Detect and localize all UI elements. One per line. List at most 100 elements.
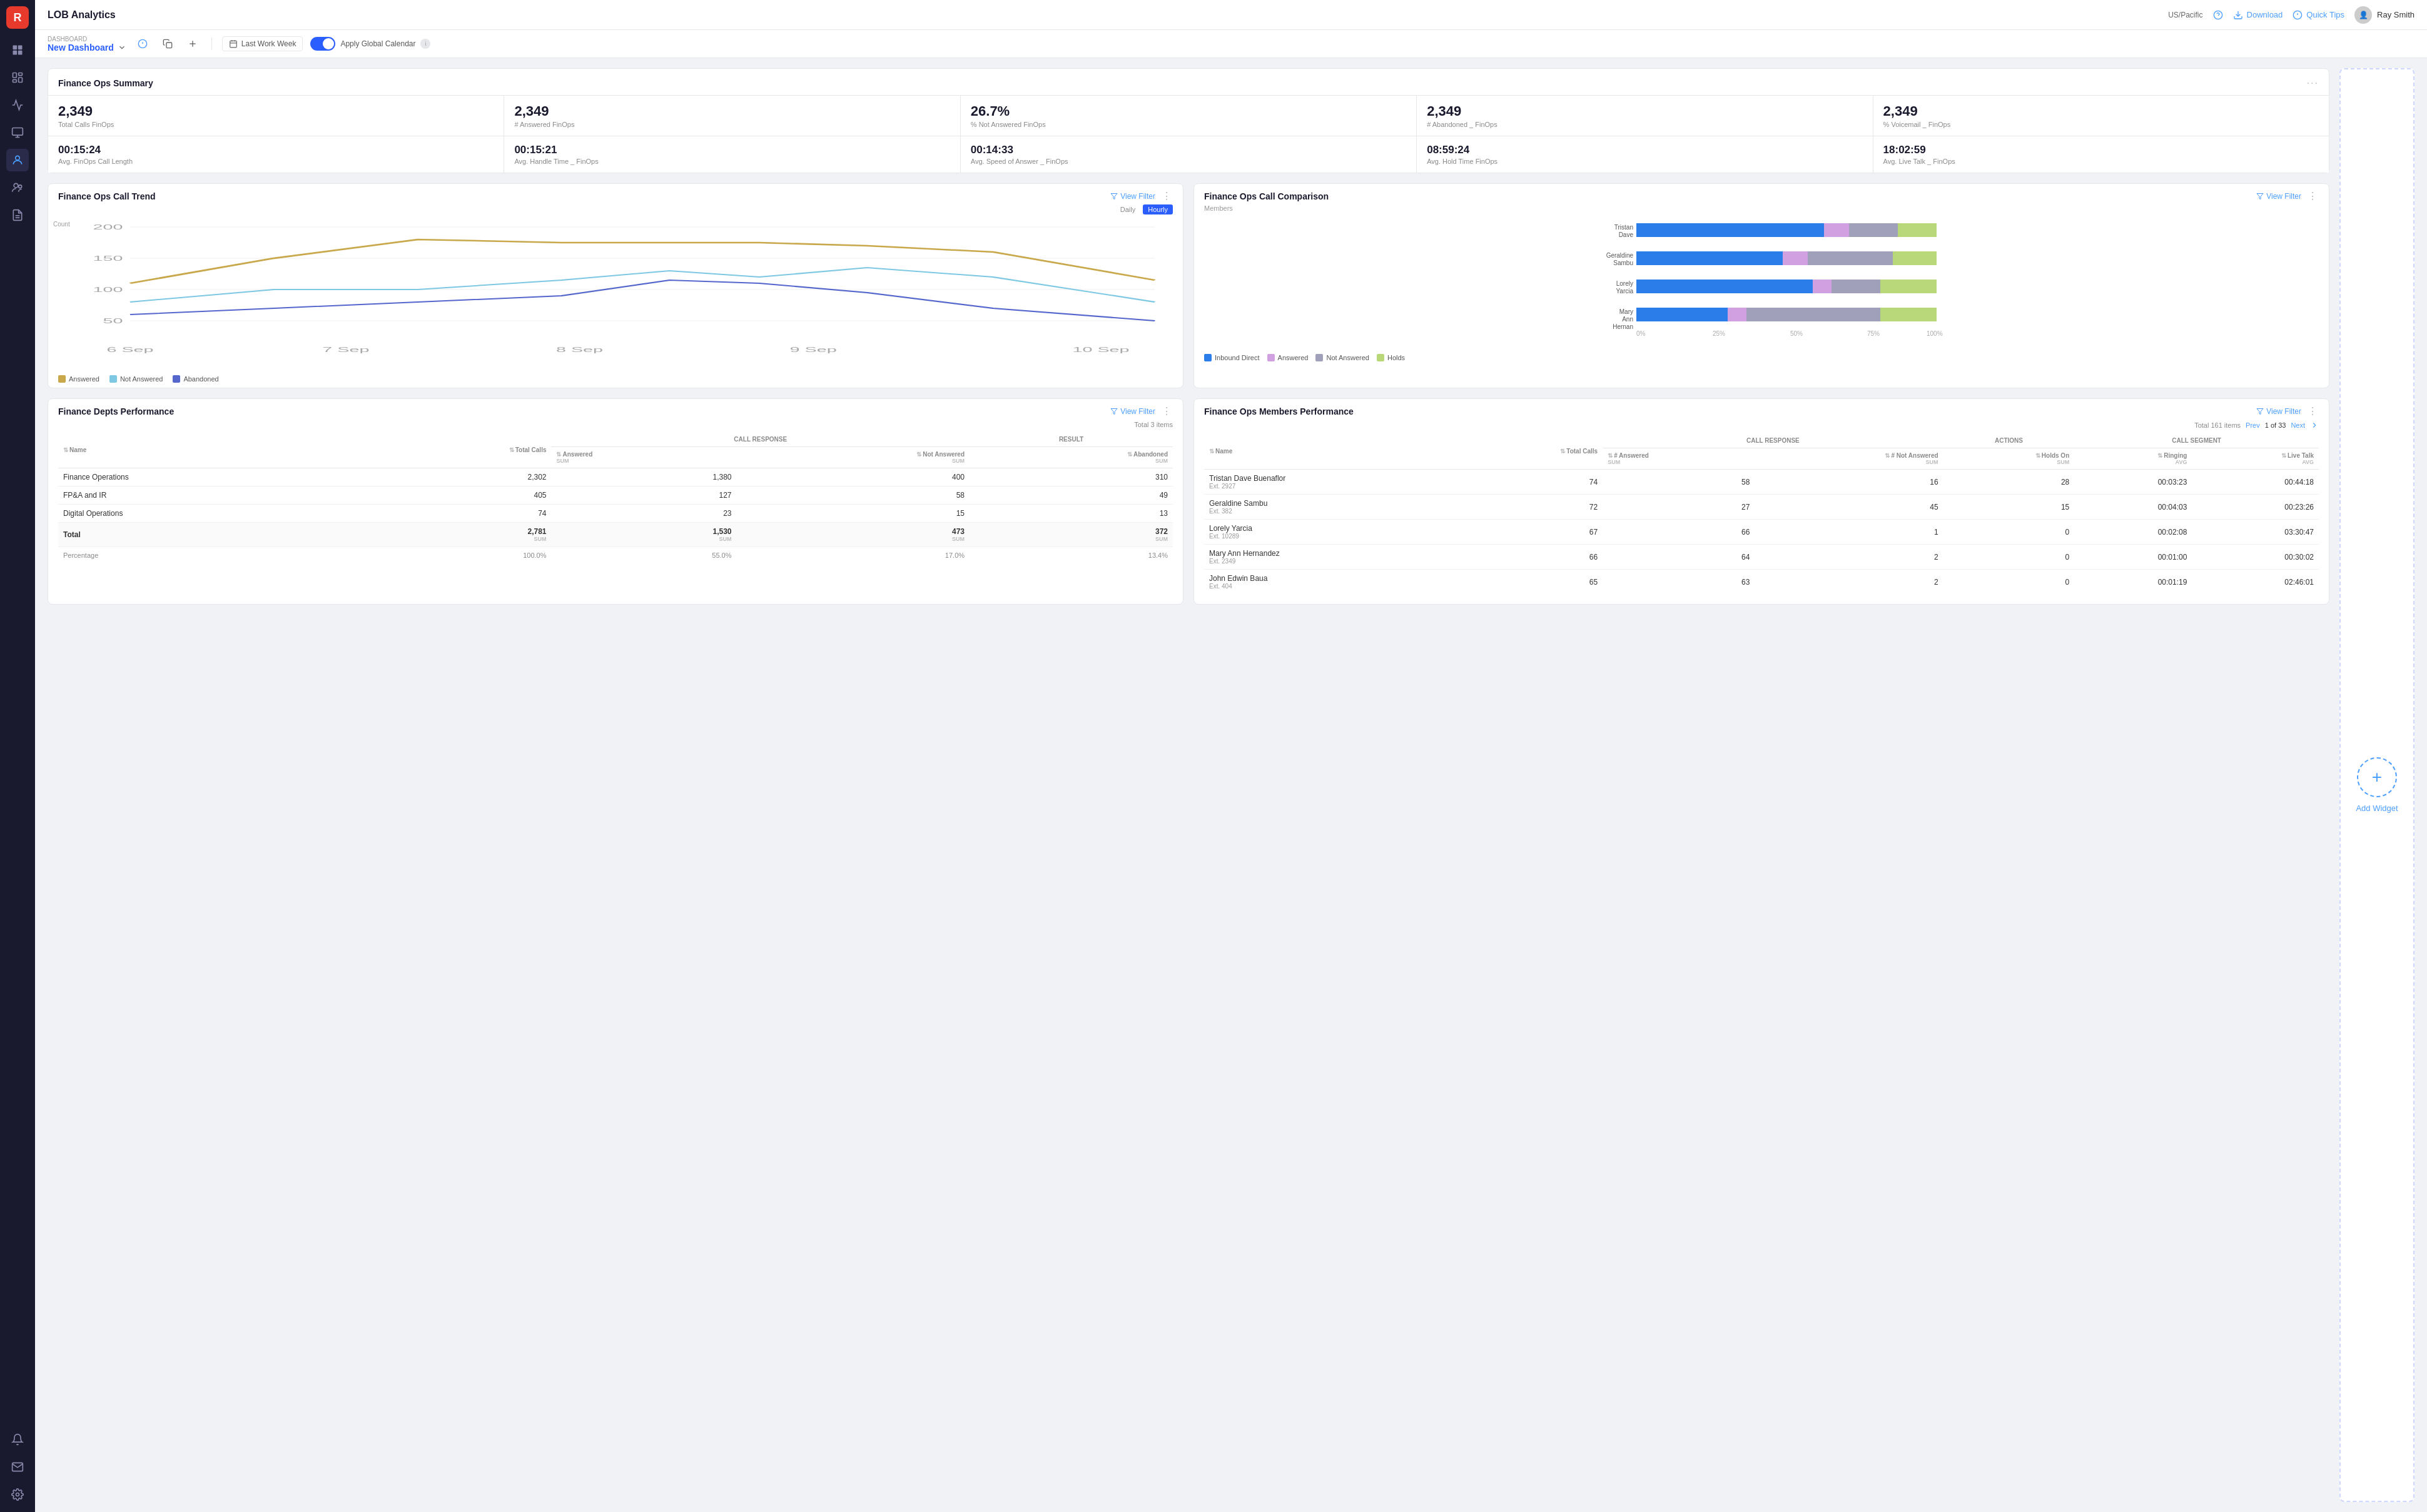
metric-speed-answer: 00:14:33 Avg. Speed of Answer _ FinOps	[961, 136, 1416, 173]
bar-chart-svg: Tristan Dave Geraldine Sambu	[1204, 212, 2319, 337]
y-axis-label: Count	[53, 221, 70, 228]
members-table-info: Total 161 items Prev 1 of 33 Next	[1194, 417, 2329, 433]
sidebar-item-mail[interactable]	[6, 1456, 29, 1478]
date-range-button[interactable]: Last Work Week	[222, 36, 303, 51]
sidebar-item-reports[interactable]	[6, 204, 29, 226]
call-comparison-menu[interactable]: ⋮	[2308, 190, 2319, 202]
legend-answered: Answered	[58, 375, 99, 383]
table-pct-row: Percentage 100.0% 55.0% 17.0% 13.4%	[58, 547, 1173, 564]
summary-card-menu[interactable]: ···	[2307, 78, 2319, 89]
th-abandoned[interactable]: ⇅AbandonedSUM	[970, 447, 1173, 468]
dept-total-items: Total 3 items	[1134, 421, 1173, 428]
metric-voicemail: 2,349 % Voicemail _ FinOps	[1873, 96, 2329, 136]
metric-label: % Voicemail _ FinOps	[1883, 121, 2319, 128]
metric-label: Avg. Live Talk _ FinOps	[1883, 158, 2319, 165]
members-menu[interactable]: ⋮	[2308, 405, 2319, 417]
table-row: Finance Operations 2,302 1,380 400 310	[58, 468, 1173, 486]
legend-dot-inbound	[1204, 354, 1212, 361]
download-button[interactable]: Download	[2233, 10, 2283, 20]
th-not-answered[interactable]: ⇅Not AnsweredSUM	[737, 447, 970, 468]
toggle-knob	[323, 38, 334, 49]
topbar: LOB Analytics US/Pacific Download Quick …	[35, 0, 2427, 30]
svg-text:Geraldine: Geraldine	[1606, 252, 1634, 259]
legend-dot-answered	[58, 375, 66, 383]
help-button[interactable]	[2213, 10, 2223, 20]
charts-row: Finance Ops Call Trend View Filter ⋮ Dai…	[48, 183, 2329, 388]
svg-rect-65	[1880, 280, 1937, 293]
chevron-down-icon	[118, 43, 126, 52]
dashboard-selector[interactable]: New Dashboard	[48, 43, 126, 53]
svg-text:Sambu: Sambu	[1613, 260, 1633, 266]
th-member-name[interactable]: ⇅Name	[1204, 433, 1462, 470]
next-button[interactable]: Next	[2291, 421, 2305, 429]
svg-marker-79	[2257, 408, 2263, 414]
app-logo[interactable]: R	[6, 6, 29, 29]
tables-row: Finance Depts Performance View Filter ⋮ …	[48, 398, 2329, 605]
content-left: Finance Ops Summary ··· 2,349 Total Call…	[48, 68, 2329, 1502]
th-ringing[interactable]: ⇅RingingAVG	[2074, 448, 2192, 470]
hourly-toggle-btn[interactable]: Hourly	[1143, 204, 1173, 214]
svg-rect-7	[13, 79, 17, 82]
th-member-call-response: CALL RESPONSE	[1603, 433, 1943, 448]
date-range-label: Last Work Week	[241, 39, 296, 48]
sidebar-item-agents[interactable]	[6, 149, 29, 171]
call-trend-view-filter[interactable]: View Filter	[1110, 192, 1155, 201]
sidebar-item-notifications[interactable]	[6, 1428, 29, 1451]
svg-point-16	[16, 1493, 19, 1496]
members-performance-card: Finance Ops Members Performance View Fil…	[1193, 398, 2329, 605]
daily-toggle-btn[interactable]: Daily	[1115, 204, 1140, 214]
call-comparison-view-filter[interactable]: View Filter	[2256, 192, 2301, 201]
svg-rect-29	[230, 41, 237, 48]
th-member-not-answered[interactable]: ⇅# Not AnsweredSUM	[1755, 448, 1943, 470]
add-widget-card[interactable]: + Add Widget	[2339, 68, 2414, 1502]
svg-text:6 Sep: 6 Sep	[106, 346, 153, 353]
global-calendar-toggle[interactable]: Apply Global Calendar i	[310, 37, 430, 51]
th-member-total[interactable]: ⇅Total Calls	[1462, 433, 1603, 470]
main-content: LOB Analytics US/Pacific Download Quick …	[35, 0, 2427, 1512]
metrics-row2: 00:15:24 Avg. FinOps Call Length 00:15:2…	[48, 136, 2329, 173]
toggle-switch[interactable]	[310, 37, 335, 51]
dept-menu[interactable]: ⋮	[1162, 405, 1173, 417]
th-name[interactable]: ⇅Name	[58, 432, 361, 468]
separator	[211, 38, 212, 50]
call-trend-header: Finance Ops Call Trend View Filter ⋮	[48, 184, 1183, 202]
sidebar-item-users[interactable]	[6, 176, 29, 199]
sidebar-item-settings[interactable]	[6, 1483, 29, 1506]
sidebar-item-home[interactable]	[6, 39, 29, 61]
th-total-calls[interactable]: ⇅Total Calls	[361, 432, 551, 468]
metric-not-answered-pct: 26.7% % Not Answered FinOps	[961, 96, 1416, 136]
th-holds-on[interactable]: ⇅Holds OnSUM	[1943, 448, 2075, 470]
prev-button[interactable]: Prev	[2246, 421, 2260, 429]
dept-view-filter[interactable]: View Filter	[1110, 407, 1155, 416]
members-total-items: Total 161 items	[2194, 421, 2241, 429]
sidebar-item-analytics[interactable]	[6, 94, 29, 116]
legend-dot-not-answered	[109, 375, 117, 383]
members-performance-table: ⇅Name ⇅Total Calls CALL RESPONSE ACTIONS…	[1204, 433, 2319, 594]
quick-tips-button[interactable]: Quick Tips	[2293, 10, 2344, 20]
svg-text:8 Sep: 8 Sep	[556, 346, 603, 353]
copy-button[interactable]	[159, 35, 176, 53]
metric-answered: 2,349 # Answered FinOps	[504, 96, 960, 136]
svg-text:Tristan: Tristan	[1614, 224, 1633, 231]
toggle-info-icon: i	[420, 39, 430, 49]
th-member-answered[interactable]: ⇅# AnsweredSUM	[1603, 448, 1755, 470]
svg-rect-62	[1636, 280, 1813, 293]
svg-rect-5	[19, 73, 23, 76]
sidebar-item-monitor[interactable]	[6, 121, 29, 144]
members-table-wrapper: ⇅Name ⇅Total Calls CALL RESPONSE ACTIONS…	[1194, 433, 2329, 604]
content-right: + Add Widget	[2339, 68, 2414, 1502]
members-performance-title: Finance Ops Members Performance	[1204, 406, 1354, 416]
metric-value: 2,349	[514, 103, 950, 119]
members-performance-controls: View Filter ⋮	[2256, 405, 2319, 417]
th-answered[interactable]: ⇅AnsweredSUM	[551, 447, 736, 468]
info-button[interactable]	[134, 35, 151, 53]
add-button[interactable]	[184, 35, 201, 53]
svg-rect-26	[166, 43, 172, 48]
members-view-filter[interactable]: View Filter	[2256, 407, 2301, 416]
dashboard-name: New Dashboard	[48, 43, 114, 53]
avatar: 👤	[2354, 6, 2372, 24]
sidebar-item-dashboard[interactable]	[6, 66, 29, 89]
call-trend-controls: View Filter ⋮	[1110, 190, 1173, 202]
th-live-talk[interactable]: ⇅Live TalkAVG	[2192, 448, 2319, 470]
call-trend-menu[interactable]: ⋮	[1162, 190, 1173, 202]
